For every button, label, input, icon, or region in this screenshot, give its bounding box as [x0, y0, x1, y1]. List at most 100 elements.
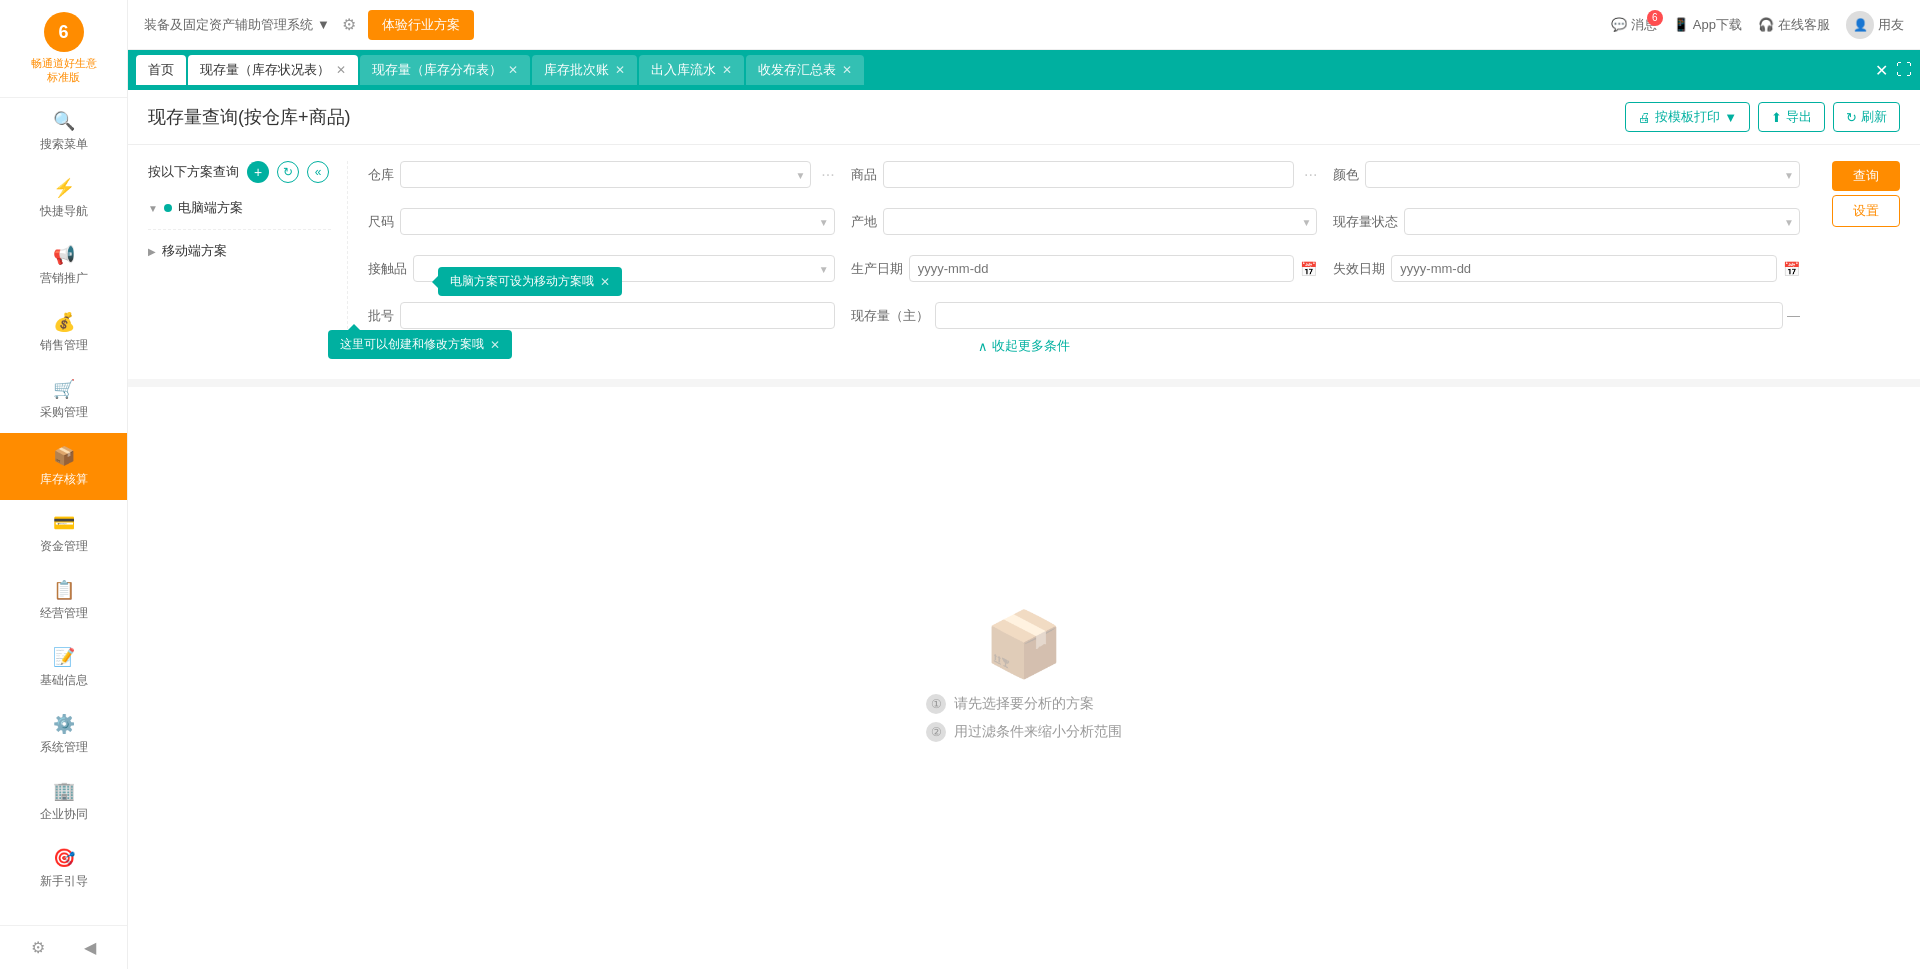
- chevron-right-icon: ▶: [148, 246, 156, 257]
- produce-date-label: 生产日期: [851, 260, 903, 278]
- warehouse-select[interactable]: [400, 161, 811, 188]
- close-all-tabs-btn[interactable]: ✕: [1875, 61, 1888, 80]
- refresh-btn[interactable]: ↻ 刷新: [1833, 102, 1900, 132]
- chevron-up-icon: ∧: [978, 339, 988, 354]
- tab-close-icon[interactable]: ✕: [508, 63, 518, 77]
- sidebar-item-basic[interactable]: 📝 基础信息: [0, 634, 127, 701]
- color-select[interactable]: [1365, 161, 1800, 188]
- chevron-down-icon: ▼: [1724, 110, 1737, 125]
- arrow-scheme-btn[interactable]: «: [307, 161, 329, 183]
- empty-state: 📦 ① 请先选择要分析的方案 ② 用过滤条件来缩小分析范围: [128, 387, 1920, 969]
- inv-status-input-wrap: ▼: [1404, 208, 1800, 235]
- produce-date-input[interactable]: [909, 255, 1295, 282]
- sidebar-item-guide[interactable]: 🎯 新手引导: [0, 835, 127, 902]
- message-action[interactable]: 💬 消息 6: [1611, 16, 1657, 34]
- sidebar-item-search[interactable]: 🔍 搜索菜单: [0, 98, 127, 165]
- sidebar-item-system[interactable]: ⚙️ 系统管理: [0, 701, 127, 768]
- tab-inout-flow[interactable]: 出入库流水 ✕: [639, 55, 744, 85]
- refresh-scheme-btn[interactable]: ↻: [277, 161, 299, 183]
- tooltip-pc-close[interactable]: ✕: [600, 275, 610, 289]
- filter-row-1: 仓库 ▼ ··· 商品: [368, 161, 1900, 329]
- logo-text: 畅通道好生意 标准版: [31, 56, 97, 85]
- purchase-icon: 🛒: [53, 378, 75, 400]
- tab-close-icon[interactable]: ✕: [842, 63, 852, 77]
- settings-bottom-btn[interactable]: ⚙: [31, 938, 45, 957]
- sidebar-item-quicknav[interactable]: ⚡ 快捷导航: [0, 165, 127, 232]
- scheme-item-pc[interactable]: ▼ 电脑端方案: [148, 195, 331, 221]
- quicknav-icon: ⚡: [53, 177, 75, 199]
- add-scheme-btn[interactable]: +: [247, 161, 269, 183]
- inventory-min-input[interactable]: [935, 302, 1783, 329]
- tab-inout-flow-label: 出入库流水: [651, 61, 716, 79]
- goods-input-wrap: [883, 161, 1294, 188]
- size-select[interactable]: [400, 208, 835, 235]
- color-label: 颜色: [1333, 166, 1359, 184]
- template-print-btn[interactable]: 🖨 按模板打印 ▼: [1625, 102, 1750, 132]
- hint-num-1: ①: [926, 694, 946, 714]
- goods-input[interactable]: [883, 161, 1294, 188]
- contact-label: 接触品: [368, 260, 407, 278]
- origin-select[interactable]: [883, 208, 1318, 235]
- scheme-item-mobile[interactable]: ▶ 移动端方案: [148, 238, 331, 264]
- trial-button[interactable]: 体验行业方案: [368, 10, 474, 40]
- tab-inventory-dist-label: 现存量（库存分布表）: [372, 61, 502, 79]
- app-label: App下载: [1693, 16, 1742, 34]
- warehouse-dots[interactable]: ···: [821, 166, 834, 184]
- collapse-label: 收起更多条件: [992, 337, 1070, 355]
- sidebar-bottom: ⚙ ◀: [0, 925, 127, 969]
- sidebar-item-inventory[interactable]: 📦 库存核算: [0, 433, 127, 500]
- tab-inventory-dist[interactable]: 现存量（库存分布表） ✕: [360, 55, 530, 85]
- collapse-sidebar-btn[interactable]: ◀: [84, 938, 96, 957]
- origin-filter: 产地 ▼: [851, 208, 1318, 235]
- sidebar-item-label: 企业协同: [40, 806, 88, 823]
- batch-no-label: 批号: [368, 307, 394, 325]
- tab-inventory-status[interactable]: 现存量（库存状况表） ✕: [188, 55, 358, 85]
- chevron-down-icon: ▼: [819, 263, 829, 274]
- sidebar-item-operations[interactable]: 📋 经营管理: [0, 567, 127, 634]
- inv-status-select[interactable]: [1404, 208, 1800, 235]
- search-button[interactable]: 查询: [1832, 161, 1900, 191]
- system-selector[interactable]: 装备及固定资产辅助管理系统 ▼: [144, 16, 330, 34]
- sidebar-item-finance[interactable]: 💳 资金管理: [0, 500, 127, 567]
- sidebar-item-sales[interactable]: 💰 销售管理: [0, 299, 127, 366]
- headset-icon: 🎧: [1758, 17, 1774, 32]
- goods-dots[interactable]: ···: [1304, 166, 1317, 184]
- expire-date-label: 失效日期: [1333, 260, 1385, 278]
- chevron-down-icon: ▼: [1784, 169, 1794, 180]
- tab-batch-ledger[interactable]: 库存批次账 ✕: [532, 55, 637, 85]
- sidebar-item-label: 经营管理: [40, 605, 88, 622]
- batch-no-input[interactable]: [400, 302, 835, 329]
- calendar-icon[interactable]: 📅: [1783, 261, 1800, 277]
- empty-hint-1: ① 请先选择要分析的方案: [926, 694, 1122, 714]
- top-header: 装备及固定资产辅助管理系统 ▼ ⚙ 体验行业方案 💬 消息 6 📱 App下载 …: [128, 0, 1920, 50]
- page-actions: 🖨 按模板打印 ▼ ⬆ 导出 ↻ 刷新: [1625, 102, 1900, 132]
- user-avatar: 👤: [1846, 11, 1874, 39]
- tab-inventory-status-label: 现存量（库存状况表）: [200, 61, 330, 79]
- header-right: 💬 消息 6 📱 App下载 🎧 在线客服 👤 用友: [1611, 11, 1904, 39]
- size-label: 尺码: [368, 213, 394, 231]
- sidebar-item-label: 基础信息: [40, 672, 88, 689]
- chevron-down-icon: ▼: [317, 17, 330, 32]
- user-section[interactable]: 👤 用友: [1846, 11, 1904, 39]
- calendar-icon[interactable]: 📅: [1300, 261, 1317, 277]
- tab-close-icon[interactable]: ✕: [722, 63, 732, 77]
- sidebar-item-marketing[interactable]: 📢 营销推广: [0, 232, 127, 299]
- tab-close-icon[interactable]: ✕: [336, 63, 346, 77]
- export-btn[interactable]: ⬆ 导出: [1758, 102, 1825, 132]
- tab-close-icon[interactable]: ✕: [615, 63, 625, 77]
- tooltip-create-close[interactable]: ✕: [490, 338, 500, 352]
- export-icon: ⬆: [1771, 110, 1782, 125]
- header-settings-icon[interactable]: ⚙: [342, 15, 356, 34]
- sidebar-item-enterprise[interactable]: 🏢 企业协同: [0, 768, 127, 835]
- tab-receive-summary[interactable]: 收发存汇总表 ✕: [746, 55, 864, 85]
- tab-home[interactable]: 首页: [136, 55, 186, 85]
- expire-date-input[interactable]: [1391, 255, 1777, 282]
- main-content: 装备及固定资产辅助管理系统 ▼ ⚙ 体验行业方案 💬 消息 6 📱 App下载 …: [128, 0, 1920, 969]
- support-action[interactable]: 🎧 在线客服: [1758, 16, 1830, 34]
- message-icon: 💬: [1611, 17, 1627, 32]
- tab-bar-actions: ✕ ⛶: [1875, 61, 1912, 80]
- set-button[interactable]: 设置: [1832, 195, 1900, 227]
- app-action[interactable]: 📱 App下载: [1673, 16, 1742, 34]
- fullscreen-btn[interactable]: ⛶: [1896, 61, 1912, 80]
- sidebar-item-purchase[interactable]: 🛒 采购管理: [0, 366, 127, 433]
